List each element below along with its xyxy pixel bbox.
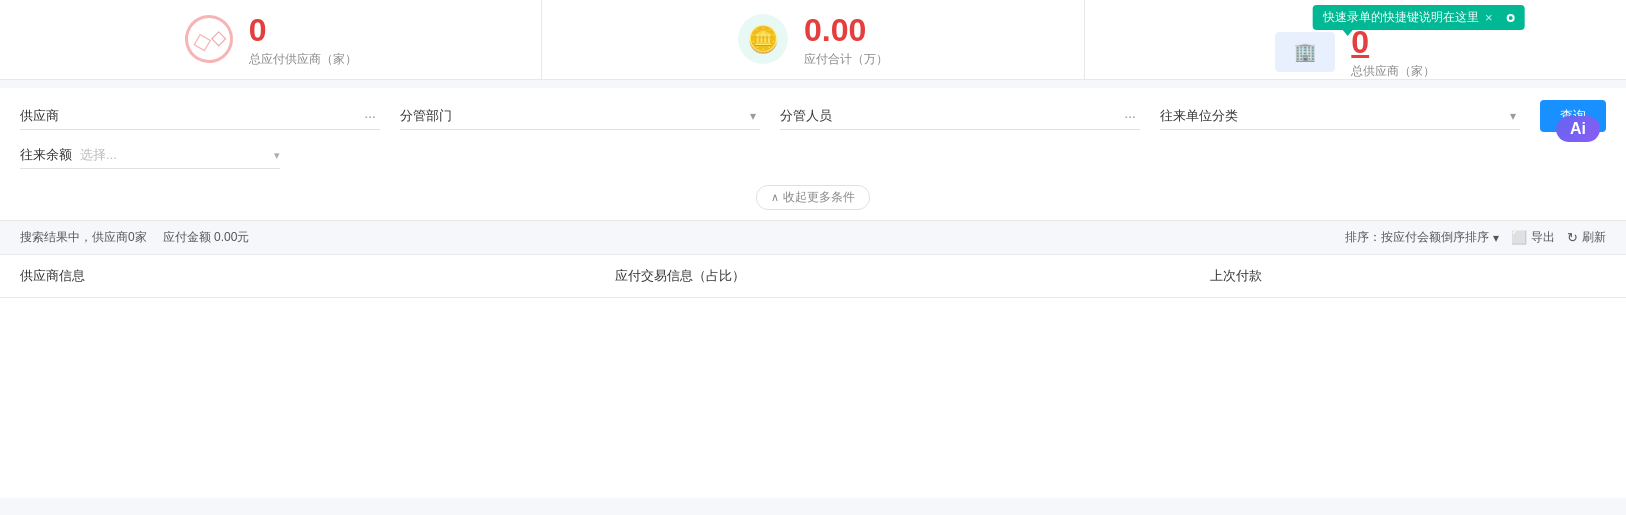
- summary-payable-suppliers: ◇ 0 总应付供应商（家）: [0, 0, 542, 79]
- person-input[interactable]: [840, 108, 1120, 123]
- sort-selector[interactable]: 排序：按应付会额倒序排序 ▾: [1345, 229, 1499, 246]
- building-icon: 🏢: [1275, 32, 1335, 72]
- person-dots-button[interactable]: ···: [1120, 108, 1140, 124]
- table-header: 供应商信息 应付交易信息（占比） 上次付款: [0, 255, 1626, 298]
- unit-class-arrow[interactable]: ▾: [1506, 109, 1520, 123]
- collapse-button[interactable]: ∧ 收起更多条件: [756, 185, 870, 210]
- supplier-label: 供应商: [20, 107, 59, 125]
- result-info: 搜索结果中，供应商0家 应付金额 0.00元: [20, 229, 249, 246]
- col-transaction-header: 应付交易信息（占比）: [615, 267, 1210, 285]
- tooltip-text: 快速录单的快捷键说明在这里: [1323, 9, 1479, 26]
- supplier-filter: 供应商 ···: [20, 103, 380, 130]
- supplier-dots-button[interactable]: ···: [360, 108, 380, 124]
- result-actions: 排序：按应付会额倒序排序 ▾ ⬜ 导出 ↻ 刷新: [1345, 229, 1606, 246]
- col-supplier-header: 供应商信息: [20, 267, 615, 285]
- refresh-button[interactable]: ↻ 刷新: [1567, 229, 1606, 246]
- filter-row-2: 往来余额 选择... ▾: [20, 142, 1606, 169]
- payable-total-label: 应付合计（万）: [804, 51, 888, 68]
- total-suppliers-label: 总供应商（家）: [1351, 63, 1435, 80]
- tooltip-bubble: 快速录单的快捷键说明在这里 ×: [1313, 5, 1525, 30]
- person-filter: 分管人员 ···: [780, 103, 1140, 130]
- payable-suppliers-label: 总应付供应商（家）: [249, 51, 357, 68]
- balance-arrow[interactable]: ▾: [274, 149, 280, 162]
- collapse-arrow: ∧: [771, 191, 779, 204]
- result-supplier-count: 搜索结果中，供应商0家: [20, 229, 147, 246]
- department-arrow[interactable]: ▾: [746, 109, 760, 123]
- unit-class-label: 往来单位分类: [1160, 107, 1238, 125]
- tooltip-dot: [1507, 14, 1515, 22]
- summary-bar: ◇ 0 总应付供应商（家） 🪙 0.00 应付合计（万） 快速录单的快捷键说明在…: [0, 0, 1626, 80]
- summary-payable-total: 🪙 0.00 应付合计（万）: [542, 0, 1084, 79]
- table-area: 供应商信息 应付交易信息（占比） 上次付款: [0, 255, 1626, 498]
- unit-class-filter[interactable]: 往来单位分类 ▾: [1160, 103, 1520, 130]
- ai-badge[interactable]: Ai: [1556, 116, 1600, 142]
- person-label: 分管人员: [780, 107, 832, 125]
- balance-filter[interactable]: 往来余额 选择... ▾: [20, 142, 280, 169]
- summary-total-suppliers: 快速录单的快捷键说明在这里 × 🏢 0 总供应商（家）: [1085, 0, 1626, 79]
- export-label: 导出: [1531, 229, 1555, 246]
- sort-label: 排序：按应付会额倒序排序: [1345, 229, 1489, 246]
- col-lastpay-header: 上次付款: [1210, 267, 1607, 285]
- collapse-label: 收起更多条件: [783, 189, 855, 206]
- refresh-label: 刷新: [1582, 229, 1606, 246]
- refresh-icon: ↻: [1567, 230, 1578, 245]
- table-body: [0, 298, 1626, 498]
- export-button[interactable]: ⬜ 导出: [1511, 229, 1555, 246]
- export-icon: ⬜: [1511, 230, 1527, 245]
- filter-row-1: 供应商 ··· 分管部门 ▾ 分管人员 ··· 往来单位分类 ▾ 查询: [20, 100, 1606, 132]
- tooltip-close-button[interactable]: ×: [1485, 10, 1493, 25]
- department-label: 分管部门: [400, 107, 452, 125]
- result-bar: 搜索结果中，供应商0家 应付金额 0.00元 排序：按应付会额倒序排序 ▾ ⬜ …: [0, 221, 1626, 255]
- sort-arrow: ▾: [1493, 231, 1499, 245]
- supplier-icon: ◇: [179, 10, 238, 69]
- department-filter[interactable]: 分管部门 ▾: [400, 103, 760, 130]
- payable-suppliers-number: 0: [249, 11, 357, 49]
- payable-total-number: 0.00: [804, 11, 888, 49]
- supplier-input[interactable]: [67, 108, 360, 123]
- filter-area: 供应商 ··· 分管部门 ▾ 分管人员 ··· 往来单位分类 ▾ 查询 往来余额: [0, 88, 1626, 221]
- balance-select-value: 选择...: [80, 146, 274, 164]
- collapse-bar: ∧ 收起更多条件: [20, 179, 1606, 220]
- result-amount: 应付金额 0.00元: [163, 229, 250, 246]
- coin-icon: 🪙: [738, 14, 788, 64]
- balance-label: 往来余额: [20, 146, 72, 164]
